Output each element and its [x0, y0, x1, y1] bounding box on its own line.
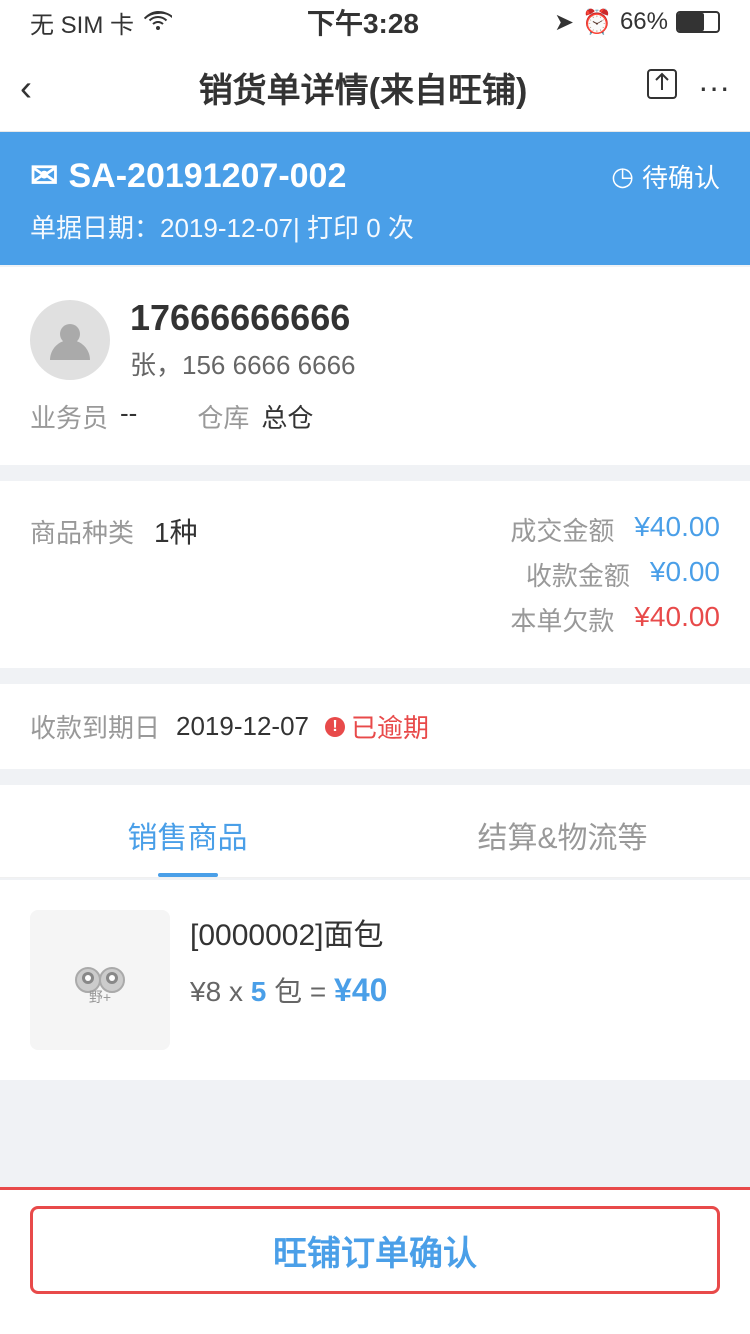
customer-info: 17666666666 张，156 6666 6666: [130, 297, 356, 382]
debt-row: 本单欠款 ¥40.00: [510, 601, 720, 638]
product-price-row: ¥8 x 5 包 = ¥40: [190, 970, 720, 1010]
salesman-value: --: [120, 398, 137, 435]
carrier-text: 无 SIM 卡: [30, 5, 134, 40]
overdue-icon: !: [325, 717, 345, 737]
received-label: 收款金额: [526, 556, 630, 593]
warehouse-item: 仓库 总仓: [197, 398, 313, 435]
summary-section: 商品种类 1种 成交金额 ¥40.00 收款金额 ¥0.00 本单欠款 ¥40.…: [0, 481, 750, 668]
type-label: 商品种类: [30, 513, 134, 550]
status-time: 下午3:28: [307, 2, 419, 42]
order-date: 单据日期：2019-12-07| 打印 0 次: [30, 208, 720, 245]
back-button[interactable]: ‹: [20, 67, 80, 109]
amount-label: 成交金额: [510, 511, 614, 548]
battery-icon: [676, 11, 720, 33]
order-id: ✉ SA-20191207-002: [30, 156, 346, 196]
product-name: [0000002]面包: [190, 910, 720, 954]
customer-phone: 17666666666: [130, 297, 356, 339]
debt-label: 本单欠款: [510, 601, 614, 638]
tab-products[interactable]: 销售商品: [0, 785, 375, 877]
debt-value: ¥40.00: [634, 601, 720, 638]
total-price: ¥40: [334, 972, 387, 1008]
due-label: 收款到期日: [30, 708, 160, 745]
amount-value: ¥40.00: [634, 511, 720, 548]
overdue-text: 已逾期: [351, 708, 429, 745]
alarm-icon: ⏰: [582, 8, 612, 37]
order-header: ✉ SA-20191207-002 ◷ 待确认 单据日期：2019-12-07|…: [0, 132, 750, 265]
avatar: [30, 300, 110, 380]
status-right: ➤ ⏰ 66%: [554, 8, 720, 37]
summary-left: 商品种类 1种: [30, 511, 198, 551]
due-date-value: 2019-12-07: [176, 711, 309, 742]
quantity: 5: [251, 976, 267, 1007]
tabs-section: 销售商品 结算&物流等: [0, 785, 750, 878]
product-section: 野+ [0000002]面包 ¥8 x 5 包 = ¥40: [0, 880, 750, 1080]
unit: 包: [274, 976, 302, 1007]
battery-percent: 66%: [620, 8, 668, 36]
nav-bar: ‹ 销货单详情(来自旺铺) ···: [0, 44, 750, 132]
product-thumbnail: 野+: [30, 910, 170, 1050]
unit-price: ¥8: [190, 976, 221, 1007]
warehouse-value: 总仓: [261, 398, 313, 435]
bottom-bar: 旺铺订单确认: [0, 1187, 750, 1334]
order-icon: ✉: [30, 156, 59, 196]
svg-text:野+: 野+: [89, 989, 111, 1005]
nav-actions: ···: [646, 68, 730, 108]
received-value: ¥0.00: [650, 556, 720, 593]
location-icon: ➤: [554, 8, 574, 37]
customer-name: 张，156 6666 6666: [130, 345, 356, 382]
amount-row: 成交金额 ¥40.00: [510, 511, 720, 548]
salesman-label: 业务员: [30, 398, 108, 435]
status-left: 无 SIM 卡: [30, 5, 172, 40]
customer-meta: 业务员 -- 仓库 总仓: [30, 398, 720, 435]
salesman-item: 业务员 --: [30, 398, 137, 435]
received-row: 收款金额 ¥0.00: [526, 556, 720, 593]
page-title: 销货单详情(来自旺铺): [80, 63, 646, 112]
warehouse-label: 仓库: [197, 398, 249, 435]
share-button[interactable]: [646, 68, 678, 108]
product-info: [0000002]面包 ¥8 x 5 包 = ¥40: [190, 910, 720, 1010]
product-row: 野+ [0000002]面包 ¥8 x 5 包 = ¥40: [30, 910, 720, 1050]
tab-settlement[interactable]: 结算&物流等: [375, 785, 750, 877]
status-bar: 无 SIM 卡 下午3:28 ➤ ⏰ 66%: [0, 0, 750, 44]
due-date-section: 收款到期日 2019-12-07 ! 已逾期: [0, 684, 750, 769]
overdue-badge: ! 已逾期: [325, 708, 429, 745]
confirm-button[interactable]: 旺铺订单确认: [30, 1206, 720, 1294]
tabs-header: 销售商品 结算&物流等: [0, 785, 750, 878]
customer-section: 17666666666 张，156 6666 6666 业务员 -- 仓库 总仓: [0, 267, 750, 465]
more-button[interactable]: ···: [698, 69, 730, 106]
wifi-icon: [144, 8, 172, 37]
summary-right: 成交金额 ¥40.00 收款金额 ¥0.00 本单欠款 ¥40.00: [510, 511, 720, 638]
order-status: ◷ 待确认: [611, 158, 720, 195]
clock-icon: ◷: [611, 161, 634, 192]
customer-row: 17666666666 张，156 6666 6666: [30, 297, 720, 382]
type-value: 1种: [154, 511, 198, 551]
